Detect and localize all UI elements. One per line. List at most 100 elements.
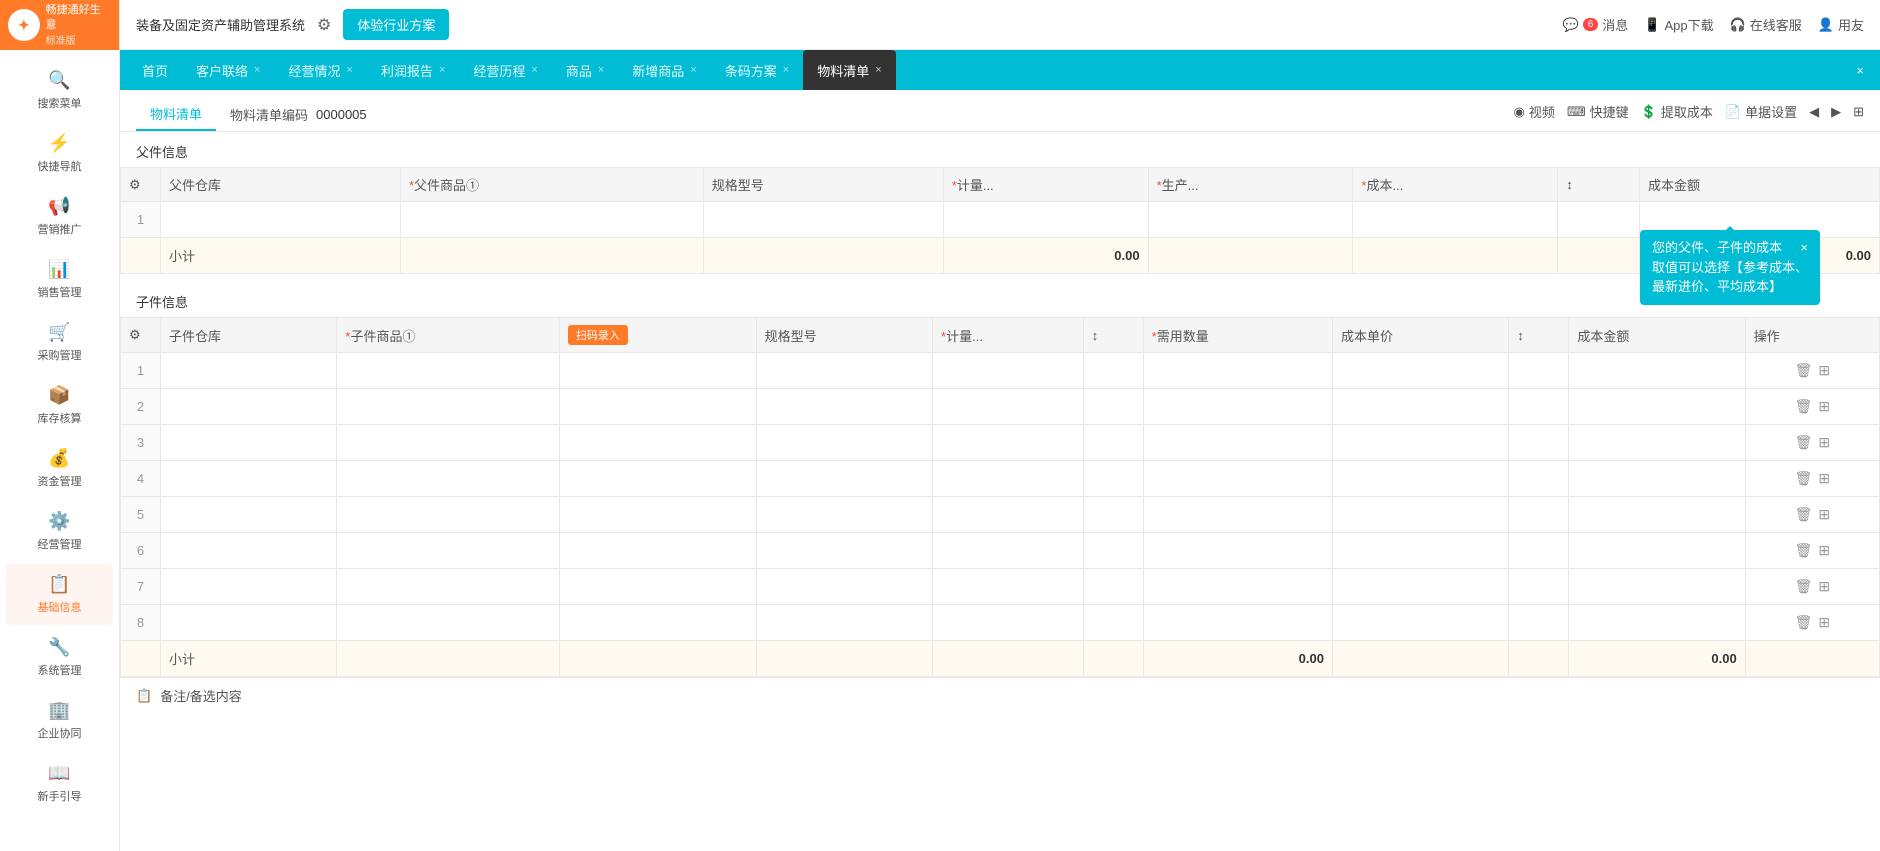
child-row-8-unit-cost[interactable]	[1332, 605, 1508, 641]
parent-row-produce[interactable]	[1148, 202, 1353, 238]
copy-row-5-icon[interactable]: ⊞	[1818, 506, 1830, 523]
tab-bom[interactable]: 物料清单 ×	[803, 50, 895, 90]
child-row-7-qty[interactable]	[1143, 569, 1332, 605]
tab-goods[interactable]: 商品 ×	[552, 50, 618, 90]
sidebar-item-operations[interactable]: ⚙️ 经营管理	[6, 501, 113, 562]
child-row-1-unit[interactable]	[933, 353, 1084, 389]
child-row-5-spec[interactable]	[756, 497, 932, 533]
doc-settings-action[interactable]: 📄 单据设置	[1725, 102, 1797, 121]
parent-col-settings[interactable]: ⚙	[121, 168, 161, 202]
sidebar-item-guide[interactable]: 📖 新手引导	[6, 753, 113, 814]
delete-row-4-icon[interactable]: 🗑	[1795, 470, 1813, 487]
copy-row-2-icon[interactable]: ⊞	[1818, 398, 1830, 415]
child-row-6-spec[interactable]	[756, 533, 932, 569]
tab-operations[interactable]: 经营情况 ×	[274, 50, 366, 90]
child-row-2-spec[interactable]	[756, 389, 932, 425]
copy-row-1-icon[interactable]: ⊞	[1818, 362, 1830, 379]
child-row-8-unit[interactable]	[933, 605, 1084, 641]
child-row-6-goods[interactable]	[337, 533, 560, 569]
child-row-1-qty[interactable]	[1143, 353, 1332, 389]
online-service-button[interactable]: 🎧 在线客服	[1730, 15, 1802, 34]
sidebar-item-system[interactable]: 🔧 系统管理	[6, 627, 113, 688]
copy-row-3-icon[interactable]: ⊞	[1818, 434, 1830, 451]
child-row-6-qty[interactable]	[1143, 533, 1332, 569]
child-row-2-unit-cost[interactable]	[1332, 389, 1508, 425]
copy-row-8-icon[interactable]: ⊞	[1818, 614, 1830, 631]
child-row-7-unit-cost[interactable]	[1332, 569, 1508, 605]
tab-customer-close[interactable]: ×	[254, 64, 260, 76]
tab-home[interactable]: 首页	[128, 50, 182, 90]
scan-input-button[interactable]: 扫码录入	[568, 325, 628, 345]
tab-newgoods-close[interactable]: ×	[690, 64, 696, 76]
parent-row-spec[interactable]	[703, 202, 943, 238]
close-all-tabs[interactable]: ×	[1848, 59, 1872, 82]
child-row-8-qty[interactable]	[1143, 605, 1332, 641]
sidebar-item-inventory[interactable]: 📦 库存核算	[6, 375, 113, 436]
child-row-2-unit[interactable]	[933, 389, 1084, 425]
app-download-button[interactable]: 📱 App下载	[1644, 15, 1713, 34]
delete-row-7-icon[interactable]: 🗑	[1795, 578, 1813, 595]
tab-profit[interactable]: 利润报告 ×	[367, 50, 459, 90]
tooltip-close-button[interactable]: ×	[1800, 238, 1808, 258]
child-col-settings[interactable]: ⚙	[121, 318, 161, 353]
child-row-4-spec[interactable]	[756, 461, 932, 497]
parent-row-warehouse[interactable]	[161, 202, 401, 238]
delete-row-5-icon[interactable]: 🗑	[1795, 506, 1813, 523]
shortcut-action[interactable]: ⌨ 快捷键	[1567, 102, 1629, 121]
child-row-2-qty[interactable]	[1143, 389, 1332, 425]
copy-row-7-icon[interactable]: ⊞	[1818, 578, 1830, 595]
sub-tab-list[interactable]: 物料清单	[136, 98, 216, 131]
next-button[interactable]: ▶	[1831, 104, 1841, 120]
child-row-8-warehouse[interactable]	[161, 605, 337, 641]
child-row-2-warehouse[interactable]	[161, 389, 337, 425]
sidebar-item-sales[interactable]: 📊 销售管理	[6, 249, 113, 310]
tab-bom-close[interactable]: ×	[875, 64, 881, 76]
extract-cost-action[interactable]: 💲 提取成本	[1641, 102, 1713, 121]
grid-button[interactable]: ⊞	[1853, 104, 1864, 120]
child-row-4-unit[interactable]	[933, 461, 1084, 497]
child-row-1-goods[interactable]	[337, 353, 560, 389]
tab-operations-close[interactable]: ×	[346, 64, 352, 76]
delete-row-2-icon[interactable]: 🗑	[1795, 398, 1813, 415]
sidebar-item-enterprise[interactable]: 🏢 企业协同	[6, 690, 113, 751]
sidebar-item-finance[interactable]: 💰 资金管理	[6, 438, 113, 499]
video-action[interactable]: ◉ 视频	[1514, 102, 1555, 121]
child-row-7-warehouse[interactable]	[161, 569, 337, 605]
child-row-4-qty[interactable]	[1143, 461, 1332, 497]
child-row-5-unit-cost[interactable]	[1332, 497, 1508, 533]
tab-barcode-close[interactable]: ×	[783, 64, 789, 76]
user-button[interactable]: 👤 用友	[1818, 15, 1864, 34]
child-row-6-warehouse[interactable]	[161, 533, 337, 569]
tab-barcode[interactable]: 条码方案 ×	[711, 50, 803, 90]
sidebar-item-quicknav[interactable]: ⚡ 快捷导航	[6, 123, 113, 184]
sidebar-item-basic[interactable]: 📋 基础信息	[6, 564, 113, 625]
delete-row-6-icon[interactable]: 🗑	[1795, 542, 1813, 559]
trial-button[interactable]: 体验行业方案	[343, 9, 449, 40]
child-row-8-spec[interactable]	[756, 605, 932, 641]
child-row-7-goods[interactable]	[337, 569, 560, 605]
child-row-4-goods[interactable]	[337, 461, 560, 497]
child-row-7-unit[interactable]	[933, 569, 1084, 605]
tab-history[interactable]: 经营历程 ×	[459, 50, 551, 90]
delete-row-8-icon[interactable]: 🗑	[1795, 614, 1813, 631]
tab-history-close[interactable]: ×	[531, 64, 537, 76]
sidebar-item-purchase[interactable]: 🛒 采购管理	[6, 312, 113, 373]
child-row-3-spec[interactable]	[756, 425, 932, 461]
prev-button[interactable]: ◀	[1809, 104, 1819, 120]
child-row-2-goods[interactable]	[337, 389, 560, 425]
child-row-5-unit[interactable]	[933, 497, 1084, 533]
parent-row-goods[interactable]	[400, 202, 703, 238]
copy-row-4-icon[interactable]: ⊞	[1818, 470, 1830, 487]
child-row-8-goods[interactable]	[337, 605, 560, 641]
sidebar-item-marketing[interactable]: 📢 营销推广	[6, 186, 113, 247]
delete-row-3-icon[interactable]: 🗑	[1795, 434, 1813, 451]
child-row-5-goods[interactable]	[337, 497, 560, 533]
child-row-7-spec[interactable]	[756, 569, 932, 605]
child-row-3-goods[interactable]	[337, 425, 560, 461]
child-row-6-unit-cost[interactable]	[1332, 533, 1508, 569]
tab-customer[interactable]: 客户联络 ×	[182, 50, 274, 90]
tab-profit-close[interactable]: ×	[439, 64, 445, 76]
child-row-3-unit-cost[interactable]	[1332, 425, 1508, 461]
copy-row-6-icon[interactable]: ⊞	[1818, 542, 1830, 559]
child-row-1-spec[interactable]	[756, 353, 932, 389]
